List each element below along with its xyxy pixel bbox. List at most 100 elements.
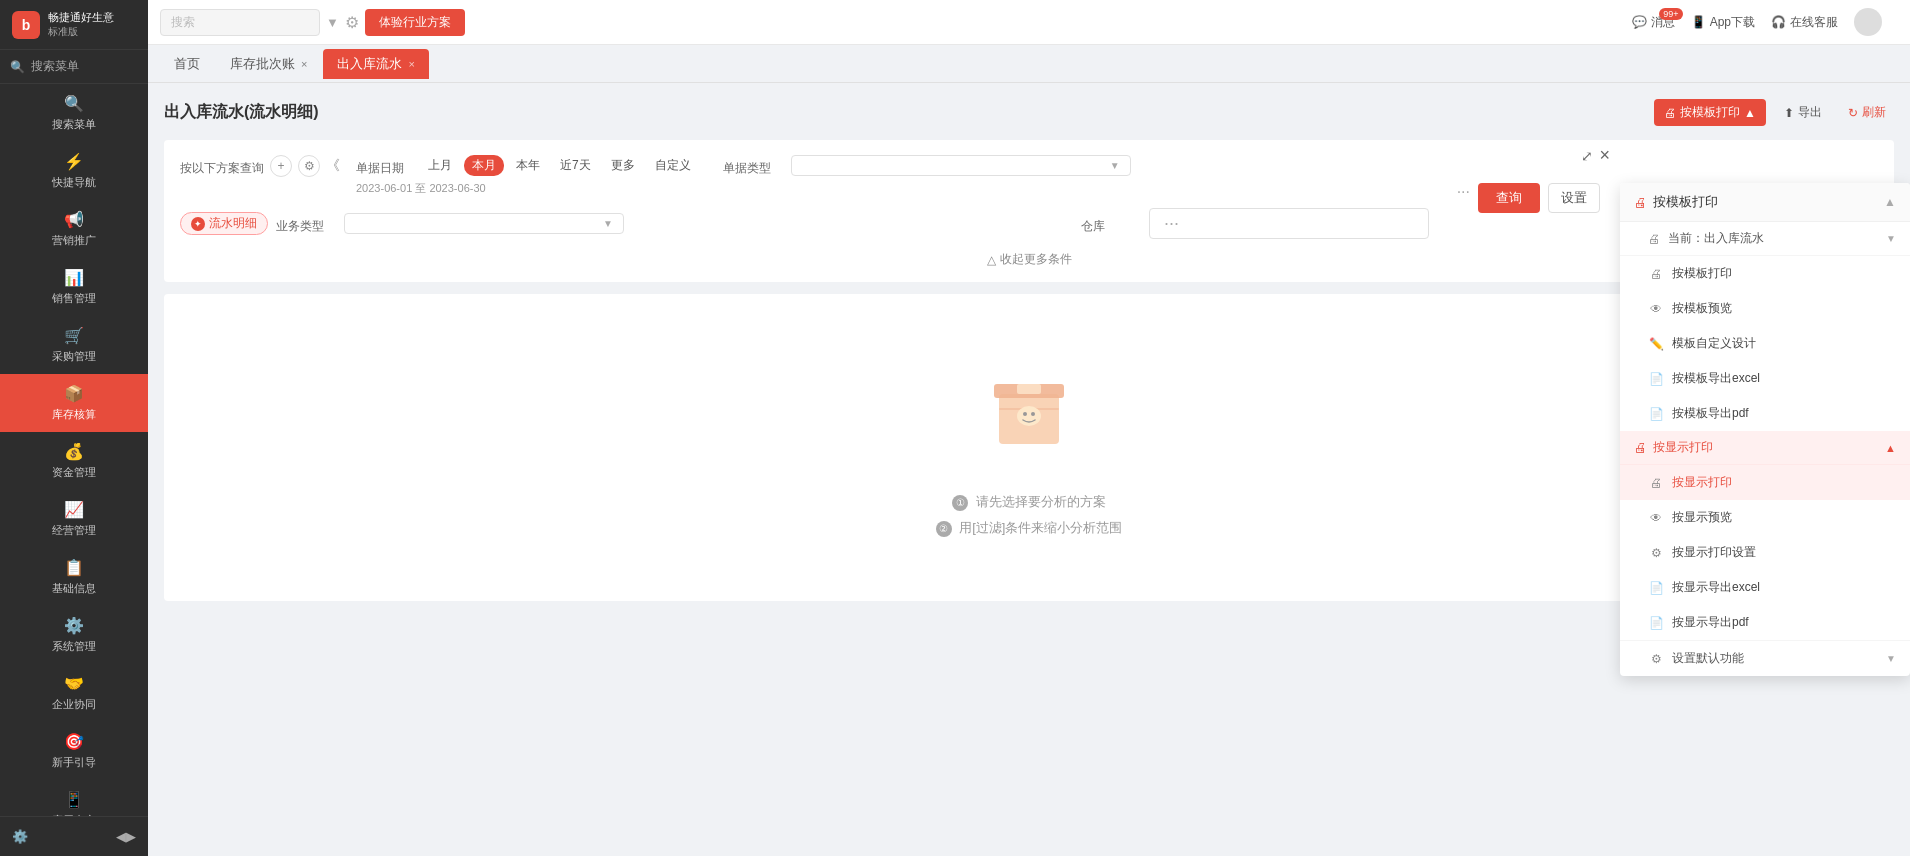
warehouse-select[interactable]: ··· — [1149, 208, 1429, 239]
industry-btn[interactable]: 体验行业方案 — [365, 9, 465, 36]
svg-point-6 — [1031, 412, 1035, 416]
hint-number-2: ② — [936, 521, 952, 537]
sidebar-item-marketing[interactable]: 📢 营销推广 — [0, 200, 148, 258]
collapse-icon[interactable]: ◀▶ — [116, 829, 136, 844]
topbar-search-area: 搜索 ▼ ⚙ 体验行业方案 — [160, 9, 1624, 36]
sidebar-item-enterprise[interactable]: 🤝 企业协同 — [0, 664, 148, 722]
hint-text-1: 请先选择要分析的方案 — [976, 494, 1106, 509]
enterprise-icon: 🤝 — [64, 674, 84, 693]
sidebar-item-search[interactable]: 🔍 搜索菜单 — [0, 84, 148, 142]
tab-in-out-flow[interactable]: 出入库流水 × — [323, 49, 428, 79]
refresh-btn[interactable]: ↻ 刷新 — [1840, 100, 1894, 125]
dropdown-display-print[interactable]: 🖨 按显示打印 — [1620, 465, 1910, 500]
dropdown-template-preview[interactable]: 👁 按模板预览 — [1620, 291, 1910, 326]
template-preview-label: 按模板预览 — [1672, 300, 1732, 317]
quick-nav-label: 快捷导航 — [52, 175, 96, 190]
current-template-icon: 🖨 — [1648, 232, 1660, 246]
sidebar-item-quick-nav[interactable]: ⚡ 快捷导航 — [0, 142, 148, 200]
sidebar-item-sales[interactable]: 📊 销售管理 — [0, 258, 148, 316]
dropdown-template-excel[interactable]: 📄 按模板导出excel — [1620, 361, 1910, 396]
filter-collapse-btn[interactable]: 《 — [326, 157, 340, 175]
display-section-icon: 🖨 — [1634, 440, 1647, 455]
dropdown-footer-settings[interactable]: ⚙ 设置默认功能 ▼ — [1620, 640, 1910, 676]
marketing-label: 营销推广 — [52, 233, 96, 248]
date-tab-last7[interactable]: 近7天 — [552, 155, 599, 176]
dropdown-display-pdf[interactable]: 📄 按显示导出pdf — [1620, 605, 1910, 640]
filter-add-btn[interactable]: + — [270, 155, 292, 177]
operations-label: 经营管理 — [52, 523, 96, 538]
system-icon: ⚙️ — [64, 616, 84, 635]
sidebar-item-purchase[interactable]: 🛒 采购管理 — [0, 316, 148, 374]
dropdown-template-custom[interactable]: ✏️ 模板自定义设计 — [1620, 326, 1910, 361]
tabbar: 首页 库存批次账 × 出入库流水 × — [148, 45, 1910, 83]
right-action-area: ··· 查询 设置 — [1457, 183, 1600, 213]
date-tab-more[interactable]: 更多 — [603, 155, 643, 176]
app-badge: 标准版 — [48, 25, 114, 39]
svg-rect-2 — [1017, 384, 1041, 394]
dropdown-display-excel[interactable]: 📄 按显示导出excel — [1620, 570, 1910, 605]
dropdown-display-section: 🖨 按显示打印 ▲ — [1620, 431, 1910, 465]
panel-close-btn[interactable]: × — [1599, 145, 1610, 166]
doc-type-select[interactable]: ▼ — [791, 155, 1131, 176]
date-filter: 单据日期 上月 本月 本年 近7天 更多 自定义 2023-06-01 至 20… — [356, 154, 699, 196]
tab-batch-account[interactable]: 库存批次账 × — [216, 49, 321, 79]
finance-label: 资金管理 — [52, 465, 96, 480]
date-tab-this-year[interactable]: 本年 — [508, 155, 548, 176]
sidebar-item-inventory[interactable]: 📦 库存核算 — [0, 374, 148, 432]
current-arrow-icon: ▼ — [1886, 233, 1896, 244]
settings-btn-right[interactable]: 设置 — [1548, 183, 1600, 213]
dropdown-display-settings[interactable]: ⚙ 按显示打印设置 — [1620, 535, 1910, 570]
purchase-icon: 🛒 — [64, 326, 84, 345]
dropdown-template-pdf[interactable]: 📄 按模板导出pdf — [1620, 396, 1910, 431]
dropdown-template-print[interactable]: 🖨 按模板打印 — [1620, 256, 1910, 291]
dropdown-collapse-btn[interactable]: ▲ — [1884, 195, 1896, 209]
sidebar-item-basic-info[interactable]: 📋 基础信息 — [0, 548, 148, 606]
more-dots-btn[interactable]: ··· — [1457, 183, 1470, 213]
dropdown-display-preview[interactable]: 👁 按显示预览 — [1620, 500, 1910, 535]
export-btn[interactable]: ⬆ 导出 — [1776, 100, 1830, 125]
search-dropdown-icon[interactable]: ▼ — [326, 15, 339, 30]
warehouse-more-icon[interactable]: ··· — [1160, 213, 1183, 234]
dropdown-current-item[interactable]: 🖨 当前：出入库流水 ▼ — [1620, 222, 1910, 256]
tab-batch-close[interactable]: × — [301, 58, 307, 70]
online-service-btn[interactable]: 🎧 在线客服 — [1771, 14, 1838, 31]
user-avatar[interactable] — [1854, 8, 1882, 36]
app-download-btn[interactable]: 📱 App下载 — [1691, 14, 1755, 31]
logo-icon: b — [12, 11, 40, 39]
app-logo: b 畅捷通好生意 标准版 — [0, 0, 148, 50]
date-tab-prev-month[interactable]: 上月 — [420, 155, 460, 176]
filter-tag[interactable]: ✦ 流水明细 — [180, 212, 268, 235]
sidebar-item-finance[interactable]: 💰 资金管理 — [0, 432, 148, 490]
display-settings-icon: ⚙ — [1648, 545, 1664, 561]
tab-home[interactable]: 首页 — [160, 49, 214, 79]
topbar-settings-icon[interactable]: ⚙ — [345, 13, 359, 32]
message-badge: 99+ — [1659, 8, 1682, 20]
content-area: 出入库流水(流水明细) 🖨 按模板打印 ▲ ⬆ 导出 ↻ 刷新 — [148, 83, 1910, 856]
sidebar-search[interactable]: 🔍 搜索菜单 — [0, 50, 148, 84]
display-section-toggle[interactable]: ▲ — [1885, 442, 1896, 454]
footer-settings-label: 设置默认功能 — [1672, 650, 1744, 667]
sidebar-item-operations[interactable]: 📈 经营管理 — [0, 490, 148, 548]
print-template-btn[interactable]: 🖨 按模板打印 ▲ — [1654, 99, 1766, 126]
tab-flow-close[interactable]: × — [408, 58, 414, 70]
sidebar-item-newbie[interactable]: 🎯 新手引导 — [0, 722, 148, 780]
query-btn[interactable]: 查询 — [1478, 183, 1540, 213]
doc-type-label: 单据类型 — [723, 154, 783, 177]
biz-type-select[interactable]: ▼ — [344, 213, 624, 234]
date-tab-custom[interactable]: 自定义 — [647, 155, 699, 176]
sidebar-item-system[interactable]: ⚙️ 系统管理 — [0, 606, 148, 664]
settings-icon[interactable]: ⚙️ — [12, 829, 28, 844]
display-print-icon: 🖨 — [1648, 475, 1664, 491]
biz-type-label: 业务类型 — [276, 212, 336, 235]
template-excel-label: 按模板导出excel — [1672, 370, 1760, 387]
app-center-icon: 📱 — [64, 790, 84, 809]
message-btn[interactable]: 💬 消息 99+ — [1632, 14, 1675, 31]
sidebar-item-app-center[interactable]: 📱 应用中心 — [0, 780, 148, 816]
panel-expand-btn[interactable]: ⤢ — [1581, 148, 1593, 164]
display-excel-label: 按显示导出excel — [1672, 579, 1760, 596]
topbar-search-box[interactable]: 搜索 — [160, 9, 320, 36]
template-custom-label: 模板自定义设计 — [1672, 335, 1756, 352]
footer-settings-icon: ⚙ — [1648, 651, 1664, 667]
date-tab-current-month[interactable]: 本月 — [464, 155, 504, 176]
filter-settings-btn[interactable]: ⚙ — [298, 155, 320, 177]
